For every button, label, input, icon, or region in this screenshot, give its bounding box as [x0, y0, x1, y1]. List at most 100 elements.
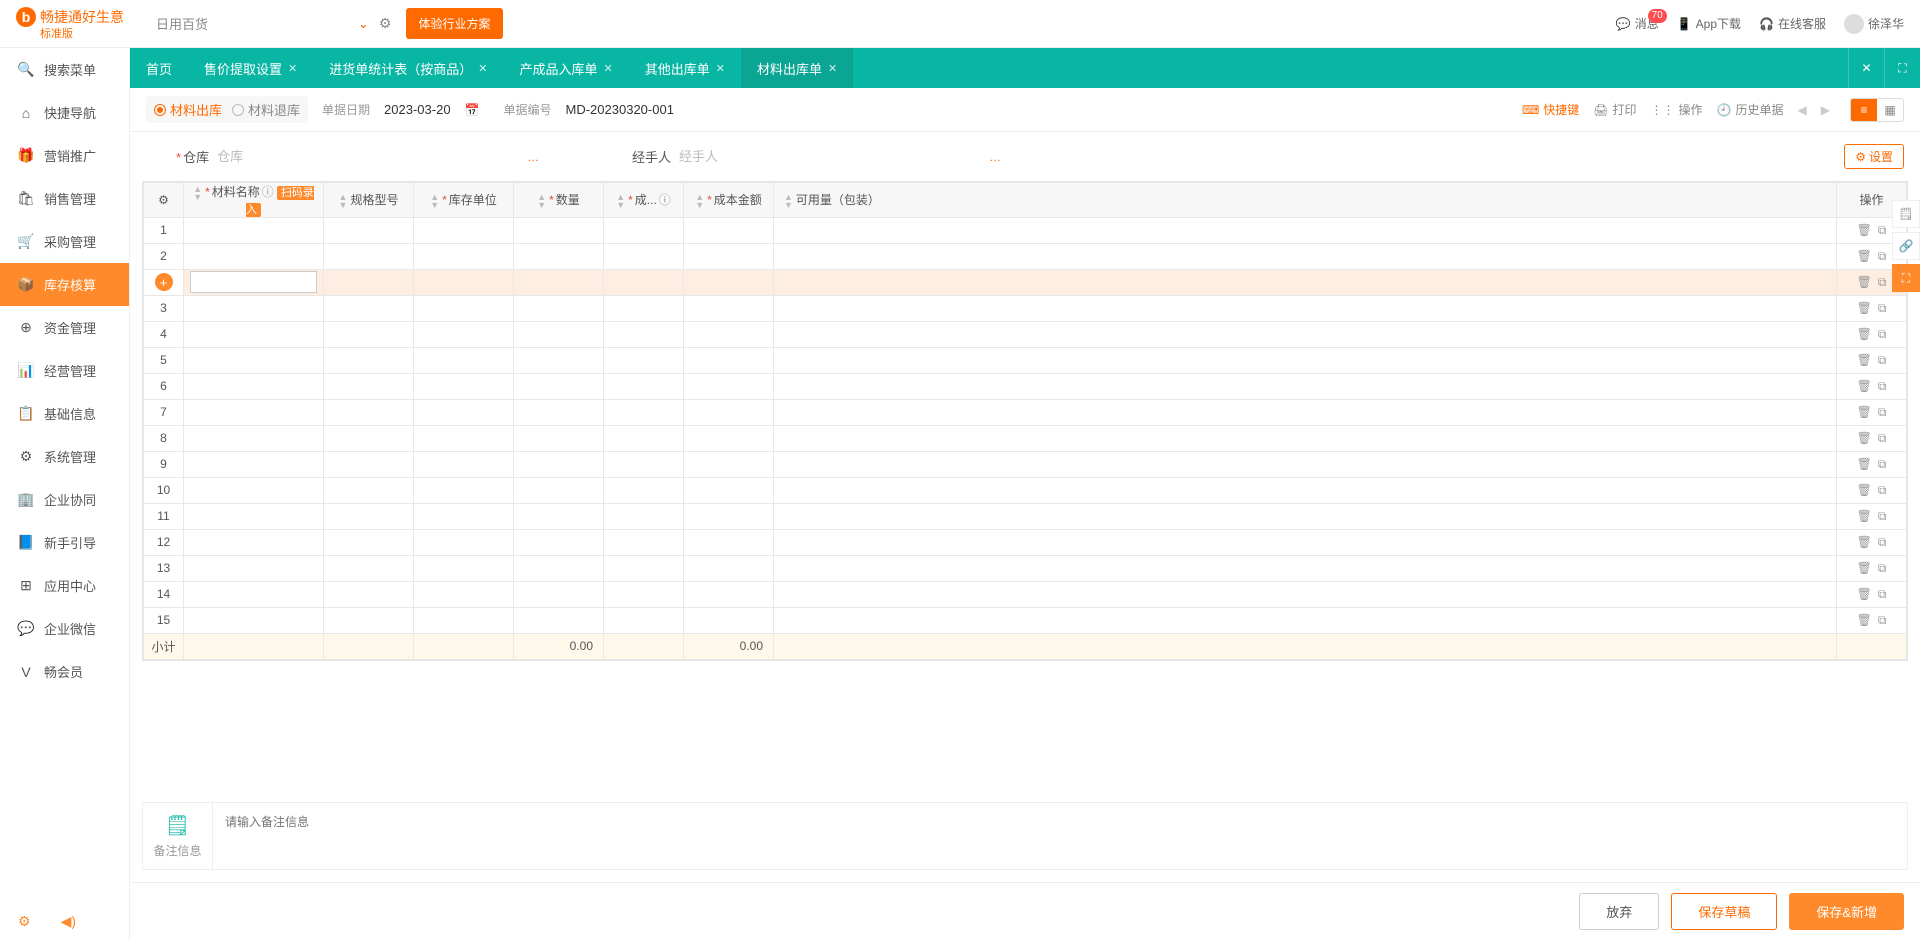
cell-qty[interactable]	[514, 503, 604, 529]
cell-spec[interactable]	[324, 451, 414, 477]
next-doc-button[interactable]: ▶	[1821, 103, 1830, 117]
cell-spec[interactable]	[324, 503, 414, 529]
cell-available[interactable]	[774, 555, 1837, 581]
history-button[interactable]: 🕘 历史单据	[1717, 101, 1784, 118]
cell-qty[interactable]	[514, 451, 604, 477]
cell-spec[interactable]	[324, 399, 414, 425]
cell-unit[interactable]	[414, 295, 514, 321]
cell-amount[interactable]	[684, 555, 774, 581]
cell-name[interactable]	[184, 321, 324, 347]
print-button[interactable]: 🖨 打印	[1593, 101, 1636, 118]
cell-cost[interactable]	[604, 217, 684, 243]
radio-material-back[interactable]: 材料退库	[232, 100, 300, 119]
cell-cost[interactable]	[604, 555, 684, 581]
cell-amount[interactable]	[684, 581, 774, 607]
industry-selector[interactable]: 日用百货 ⌄	[156, 14, 369, 33]
cell-amount[interactable]	[684, 321, 774, 347]
cell-cost[interactable]	[604, 425, 684, 451]
copy-icon[interactable]: ⧉	[1878, 301, 1887, 315]
copy-icon[interactable]: ⧉	[1878, 379, 1887, 393]
sidebar-item-企业微信[interactable]: 💬企业微信	[0, 607, 129, 650]
copy-icon[interactable]: ⧉	[1878, 353, 1887, 367]
cell-cost[interactable]	[604, 295, 684, 321]
sidebar-item-企业协同[interactable]: 🏢企业协同	[0, 478, 129, 521]
copy-icon[interactable]: ⧉	[1878, 535, 1887, 549]
sidebar-item-系统管理[interactable]: ⚙系统管理	[0, 435, 129, 478]
cell-qty[interactable]	[514, 321, 604, 347]
tab-进货单统计表（按商品）[interactable]: 进货单统计表（按商品）✕	[313, 48, 503, 88]
copy-icon[interactable]: ⧉	[1878, 405, 1887, 419]
cell-amount[interactable]	[684, 503, 774, 529]
copy-icon[interactable]: ⧉	[1878, 561, 1887, 575]
sidebar-item-新手引导[interactable]: 📘新手引导	[0, 521, 129, 564]
tab-close-all[interactable]: ✕	[1848, 48, 1884, 88]
delete-icon[interactable]: 🗑	[1857, 561, 1872, 575]
delete-icon[interactable]: 🗑	[1857, 431, 1872, 445]
sidebar-item-搜索菜单[interactable]: 🔍搜索菜单	[0, 48, 129, 91]
view-list-button[interactable]: ≡	[1851, 99, 1877, 121]
cell-cost[interactable]	[604, 321, 684, 347]
cell-amount[interactable]	[684, 347, 774, 373]
cell-unit[interactable]	[414, 451, 514, 477]
delete-icon[interactable]: 🗑	[1857, 353, 1872, 367]
cell-qty[interactable]	[514, 399, 604, 425]
cell-name[interactable]	[184, 295, 324, 321]
col-available[interactable]: ▲▼可用量（包装）	[774, 183, 1837, 218]
cell-unit[interactable]	[414, 321, 514, 347]
cell-unit[interactable]	[414, 399, 514, 425]
cell-cost[interactable]	[604, 529, 684, 555]
messages-button[interactable]: 💬 消息 70	[1616, 15, 1659, 32]
col-config[interactable]: ⚙	[144, 183, 184, 218]
cell-amount[interactable]	[684, 399, 774, 425]
gear-icon[interactable]: ⚙	[379, 15, 392, 32]
delete-icon[interactable]: 🗑	[1857, 249, 1872, 263]
tab-材料出库单[interactable]: 材料出库单✕	[741, 48, 853, 88]
delete-icon[interactable]: 🗑	[1857, 405, 1872, 419]
cell-available[interactable]	[774, 321, 1837, 347]
calendar-icon[interactable]: 📅	[465, 103, 480, 117]
cell-qty[interactable]	[514, 607, 604, 633]
cell-spec[interactable]	[324, 295, 414, 321]
tab-产成品入库单[interactable]: 产成品入库单✕	[503, 48, 628, 88]
cell-unit[interactable]	[414, 477, 514, 503]
cell-name[interactable]	[184, 399, 324, 425]
cell-cost[interactable]	[604, 243, 684, 269]
col-unit[interactable]: ▲▼*库存单位	[414, 183, 514, 218]
cell-available[interactable]	[774, 529, 1837, 555]
delete-icon[interactable]: 🗑	[1857, 457, 1872, 471]
cell-qty[interactable]	[514, 217, 604, 243]
sidebar-item-基础信息[interactable]: 📋基础信息	[0, 392, 129, 435]
cell-unit[interactable]	[414, 373, 514, 399]
cell-spec[interactable]	[324, 529, 414, 555]
cell-spec[interactable]	[324, 217, 414, 243]
close-icon[interactable]: ✕	[288, 62, 297, 75]
sidebar-item-销售管理[interactable]: 🛍销售管理	[0, 177, 129, 220]
cell-amount[interactable]	[684, 425, 774, 451]
col-amount[interactable]: ▲▼*成本金额	[684, 183, 774, 218]
tab-首页[interactable]: 首页	[130, 48, 188, 88]
delete-icon[interactable]: 🗑	[1857, 275, 1872, 289]
close-icon[interactable]: ✕	[478, 62, 487, 75]
cell-name[interactable]	[184, 503, 324, 529]
cell-cost[interactable]	[604, 451, 684, 477]
cell-cost[interactable]	[604, 347, 684, 373]
cell-unit[interactable]	[414, 269, 514, 295]
cell-amount[interactable]	[684, 269, 774, 295]
help-icon[interactable]: ⓘ	[262, 185, 274, 199]
cell-spec[interactable]	[324, 269, 414, 295]
cell-spec[interactable]	[324, 607, 414, 633]
delete-icon[interactable]: 🗑	[1857, 483, 1872, 497]
shortcut-button[interactable]: ⌨ 快捷键	[1522, 101, 1579, 118]
experience-button[interactable]: 体验行业方案	[406, 8, 502, 39]
operate-button[interactable]: ⋮⋮ 操作	[1651, 101, 1703, 118]
close-icon[interactable]: ✕	[716, 62, 725, 75]
cell-spec[interactable]	[324, 243, 414, 269]
col-qty[interactable]: ▲▼*数量	[514, 183, 604, 218]
col-cost[interactable]: ▲▼*成...ⓘ	[604, 183, 684, 218]
cell-available[interactable]	[774, 295, 1837, 321]
sidebar-item-应用中心[interactable]: ⊞应用中心	[0, 564, 129, 607]
sidebar-collapse-icon[interactable]: ◀)	[61, 913, 76, 930]
cell-amount[interactable]	[684, 451, 774, 477]
sidebar-settings-icon[interactable]: ⚙	[18, 913, 31, 930]
cell-name[interactable]	[184, 373, 324, 399]
